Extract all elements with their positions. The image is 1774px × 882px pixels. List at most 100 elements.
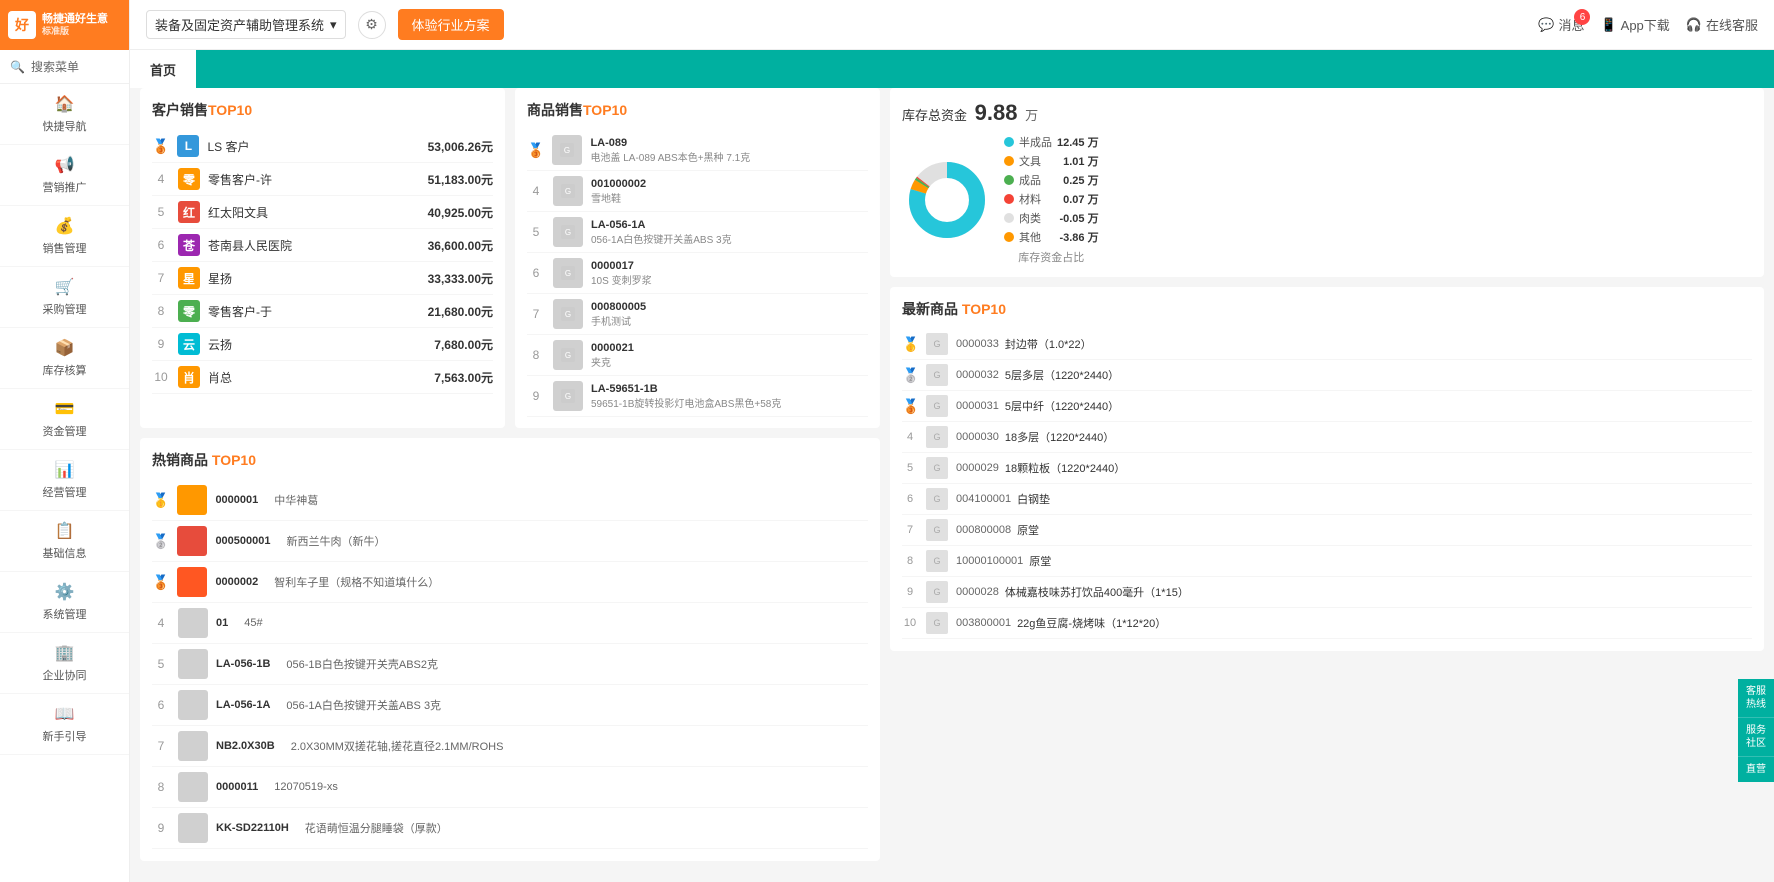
settings-button[interactable]: ⚙ (358, 11, 386, 39)
customer-rank-row: 8 零 零售客户-于 21,680.00元 (152, 295, 493, 328)
customer-icon: 云 (178, 333, 200, 355)
search-menu-item[interactable]: 🔍 搜索菜单 (0, 50, 129, 84)
rank-medal: 🥈 (152, 533, 169, 550)
new-product-name: 体械嘉枝味苏打饮品400毫升（1*15） (1005, 584, 1189, 600)
sidebar-item-sales[interactable]: 💰销售管理 (0, 206, 129, 267)
hot-product-row: 9 KK-SD22110H 花语萌恒温分腿睡袋（厚款） (152, 808, 868, 849)
header-right: 💬 消息 6 📱 App下载 🎧 在线客服 (1538, 15, 1758, 34)
sidebar-item-quick-nav[interactable]: 🏠快捷导航 (0, 84, 129, 145)
svg-text:G: G (565, 269, 571, 278)
product-thumbnail: G (553, 176, 583, 206)
svg-text:G: G (565, 187, 571, 196)
product-rank-row: 4 G 001000002 雪地鞋 (527, 171, 868, 212)
product-thumbnail: G (553, 299, 583, 329)
dual-top-panel: 客户销售TOP10 🥉 L LS 客户 53,006.26元 4 零 零售客户-… (140, 88, 880, 428)
logo-icon: 好 (8, 11, 36, 39)
rank-number: 4 (152, 172, 170, 186)
hot-product-code: LA-056-1A (216, 699, 270, 711)
sales-icon: 💰 (55, 216, 75, 236)
new-product-row: 6 G 004100001 白钢垫 (902, 484, 1752, 515)
hot-product-code: 0000002 (215, 576, 258, 588)
app-logo: 好 畅捷通好生意 标准版 (0, 0, 129, 50)
app-download-button[interactable]: 📱 App下载 (1600, 15, 1669, 34)
rank-number: 9 (527, 389, 545, 403)
customer-service-button[interactable]: 客服热线 (1738, 679, 1774, 718)
donut-area: 半成品 12.45 万 文具 1.01 万 成品 0.25 万 材料 0.07 … (902, 134, 1752, 265)
customer-value: 53,006.26元 (428, 138, 493, 155)
legend-dot (1004, 194, 1014, 204)
tab-home[interactable]: 首页 (130, 50, 196, 88)
rank-number: 6 (527, 266, 545, 280)
trial-button[interactable]: 体验行业方案 (398, 9, 504, 40)
new-product-info: 003800001 22g鱼豆腐-烧烤味（1*12*20） (956, 615, 1752, 631)
new-product-info: 0000028 体械嘉枝味苏打饮品400毫升（1*15） (956, 584, 1752, 600)
new-product-name: 原堂 (1029, 553, 1051, 569)
new-product-thumbnail: G (926, 581, 948, 603)
float-buttons: 客服热线 服务社区 直营 (1738, 679, 1774, 782)
sidebar-item-operation[interactable]: 📊经营管理 (0, 450, 129, 511)
service-community-button[interactable]: 服务社区 (1738, 718, 1774, 757)
sidebar-item-enterprise[interactable]: 🏢企业协同 (0, 633, 129, 694)
hot-product-thumbnail (177, 485, 207, 515)
sidebar-item-finance[interactable]: 💳资金管理 (0, 389, 129, 450)
new-product-row: 4 G 0000030 18多层（1220*2440） (902, 422, 1752, 453)
hot-product-name: 花语萌恒温分腿睡袋（厚款） (305, 820, 448, 836)
inventory-donut-chart (902, 155, 992, 245)
hot-product-code: 0000001 (215, 494, 258, 506)
svg-text:G: G (565, 351, 571, 360)
inventory-label: 库存资金占比 (1004, 249, 1099, 265)
hot-product-code: 01 (216, 617, 228, 629)
new-product-name: 18颗粒板（1220*2440） (1005, 460, 1125, 476)
legend-label: 成品 (1019, 172, 1058, 188)
new-product-thumbnail: G (926, 457, 948, 479)
customer-icon: 肖 (178, 366, 200, 388)
tab-bar: 首页 (130, 50, 1774, 88)
product-thumbnail: G (552, 135, 582, 165)
new-product-name: 22g鱼豆腐-烧烤味（1*12*20） (1017, 615, 1166, 631)
hot-product-row: 5 LA-056-1B 056-1B白色按键开关壳ABS2克 (152, 644, 868, 685)
hot-product-name: 45# (244, 617, 262, 629)
hot-product-thumbnail (178, 772, 208, 802)
new-product-code: 0000031 (956, 400, 999, 412)
new-product-info: 0000030 18多层（1220*2440） (956, 429, 1752, 445)
new-product-name: 18多层（1220*2440） (1005, 429, 1114, 445)
sidebar-item-system[interactable]: ⚙️系统管理 (0, 572, 129, 633)
product-thumbnail: G (553, 340, 583, 370)
legend-dot (1004, 175, 1014, 185)
new-product-row: 🥇 G 0000033 封边带（1.0*22） (902, 329, 1752, 360)
legend-item: 半成品 12.45 万 (1004, 134, 1099, 150)
quick-nav-icon: 🏠 (55, 94, 75, 114)
new-product-info: 004100001 白钢垫 (956, 491, 1752, 507)
legend-value: 12.45 万 (1057, 134, 1099, 150)
svg-text:G: G (565, 392, 571, 401)
rank-medal: 🥉 (152, 574, 169, 591)
hot-product-row: 🥇 0000001 中华神葛 (152, 480, 868, 521)
hot-products-title: 热销商品 TOP10 (152, 450, 868, 470)
sidebar-item-marketing[interactable]: 📢营销推广 (0, 145, 129, 206)
sidebar-item-guide[interactable]: 📖新手引导 (0, 694, 129, 755)
legend-value: 1.01 万 (1063, 153, 1098, 169)
legend-label: 材料 (1019, 191, 1058, 207)
customer-value: 21,680.00元 (428, 303, 493, 320)
sidebar-item-purchase[interactable]: 🛒采购管理 (0, 267, 129, 328)
enterprise-icon: 🏢 (55, 643, 75, 663)
scroll-content: 客户销售TOP10 🥉 L LS 客户 53,006.26元 4 零 零售客户-… (130, 88, 1774, 882)
new-product-row: 5 G 0000029 18颗粒板（1220*2440） (902, 453, 1752, 484)
chevron-down-icon: ▾ (330, 17, 337, 33)
customer-name: 星扬 (208, 270, 420, 287)
hot-product-thumbnail (178, 608, 208, 638)
new-products-title: 最新商品 TOP10 (902, 299, 1752, 319)
customer-rank-row: 4 零 零售客户-许 51,183.00元 (152, 163, 493, 196)
inventory-panel: 库存总资金 9.88 万 半成品 (890, 88, 1764, 277)
direct-button[interactable]: 直营 (1738, 757, 1774, 782)
sidebar-item-basic-info[interactable]: 📋基础信息 (0, 511, 129, 572)
messages-button[interactable]: 💬 消息 6 (1538, 15, 1584, 34)
new-product-info: 0000031 5层中纤（1220*2440） (956, 398, 1752, 414)
hot-products-panel: 热销商品 TOP10 🥇 0000001 中华神葛 🥈 000500001 新西… (140, 438, 880, 861)
rank-number: 5 (152, 657, 170, 671)
customer-value: 51,183.00元 (428, 171, 493, 188)
sidebar-item-inventory[interactable]: 📦库存核算 (0, 328, 129, 389)
system-selector[interactable]: 装备及固定资产辅助管理系统 ▾ (146, 10, 346, 39)
online-service-button[interactable]: 🎧 在线客服 (1686, 15, 1758, 34)
new-product-name: 白钢垫 (1017, 491, 1050, 507)
